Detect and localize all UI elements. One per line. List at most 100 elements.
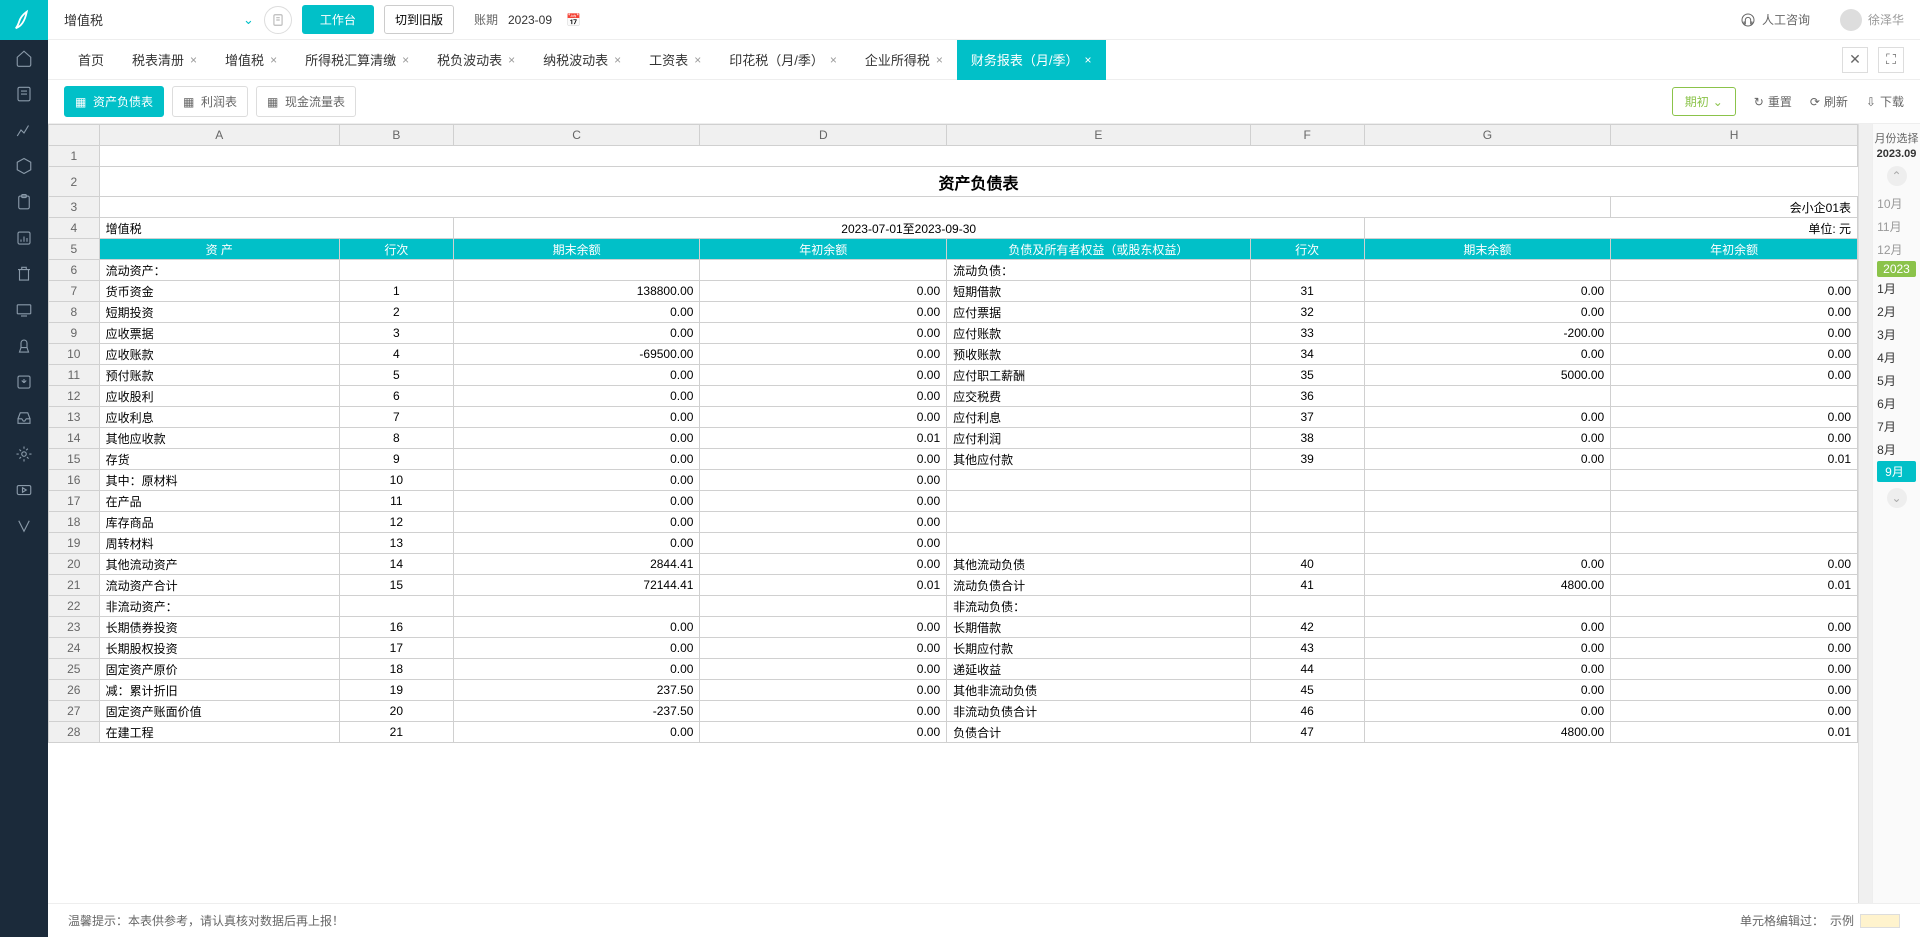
tab-close-icon[interactable]: × xyxy=(402,53,409,67)
month-item[interactable]: 2月 xyxy=(1877,300,1916,323)
nav-doc-icon[interactable] xyxy=(0,76,48,112)
table-row[interactable]: 8短期投资20.000.00应付票据320.000.00 xyxy=(49,302,1858,323)
nav-report-icon[interactable] xyxy=(0,220,48,256)
row-header[interactable]: 26 xyxy=(49,680,100,701)
switch-old-button[interactable]: 切到旧版 xyxy=(384,5,454,34)
table-row[interactable]: 9应收票据30.000.00应付账款33-200.000.00 xyxy=(49,323,1858,344)
nav-settings-icon[interactable] xyxy=(0,436,48,472)
tab-item[interactable]: 印花税（月/季）× xyxy=(715,40,851,80)
nav-inbox-icon[interactable] xyxy=(0,400,48,436)
month-item[interactable]: 6月 xyxy=(1877,392,1916,415)
month-item[interactable]: 9月 xyxy=(1877,461,1916,482)
table-row[interactable]: 26减：累计折旧19237.500.00其他非流动负债450.000.00 xyxy=(49,680,1858,701)
row-header[interactable]: 1 xyxy=(49,146,100,167)
nav-box-icon[interactable] xyxy=(0,148,48,184)
tab-close-icon[interactable]: × xyxy=(936,53,943,67)
row-header[interactable]: 16 xyxy=(49,470,100,491)
nav-stamp-icon[interactable] xyxy=(0,328,48,364)
table-row[interactable]: 13应收利息70.000.00应付利息370.000.00 xyxy=(49,407,1858,428)
nav-export-icon[interactable] xyxy=(0,364,48,400)
table-row[interactable]: 22非流动资产：非流动负债： xyxy=(49,596,1858,617)
month-item[interactable]: 4月 xyxy=(1877,346,1916,369)
tab-close-icon[interactable]: × xyxy=(694,53,701,67)
tab-item[interactable]: 财务报表（月/季）× xyxy=(957,40,1106,80)
col-header[interactable]: A xyxy=(99,125,339,146)
vertical-scrollbar[interactable] xyxy=(1858,124,1872,903)
row-header[interactable]: 25 xyxy=(49,659,100,680)
month-item[interactable]: 11月 xyxy=(1877,215,1916,238)
nav-chart-icon[interactable] xyxy=(0,112,48,148)
subtab-item[interactable]: ▦利润表 xyxy=(172,86,248,117)
subtab-item[interactable]: ▦现金流量表 xyxy=(256,86,356,117)
row-header[interactable]: 8 xyxy=(49,302,100,323)
month-item[interactable]: 8月 xyxy=(1877,438,1916,461)
row-header[interactable]: 14 xyxy=(49,428,100,449)
workbench-button[interactable]: 工作台 xyxy=(302,5,374,34)
table-row[interactable]: 27固定资产账面价值20-237.500.00非流动负债合计460.000.00 xyxy=(49,701,1858,722)
table-row[interactable]: 18库存商品120.000.00 xyxy=(49,512,1858,533)
nav-video-icon[interactable] xyxy=(0,472,48,508)
table-row[interactable]: 7货币资金1138800.000.00短期借款310.000.00 xyxy=(49,281,1858,302)
tab-item[interactable]: 企业所得税× xyxy=(851,40,957,80)
row-header[interactable]: 18 xyxy=(49,512,100,533)
tab-close-icon[interactable]: × xyxy=(508,53,515,67)
tab-item[interactable]: 增值税× xyxy=(211,40,291,80)
table-row[interactable]: 23长期债券投资160.000.00长期借款420.000.00 xyxy=(49,617,1858,638)
row-header[interactable]: 20 xyxy=(49,554,100,575)
table-row[interactable]: 16其中：原材料100.000.00 xyxy=(49,470,1858,491)
col-header[interactable]: B xyxy=(339,125,453,146)
spreadsheet[interactable]: ABCDEFGH12资产负债表3会小企01表4增值税2023-07-01至202… xyxy=(48,124,1858,903)
nav-clipboard-icon[interactable] xyxy=(0,184,48,220)
support-link[interactable]: 人工咨询 xyxy=(1740,11,1810,28)
col-header[interactable]: F xyxy=(1250,125,1364,146)
row-header[interactable]: 12 xyxy=(49,386,100,407)
table-row[interactable]: 15存货90.000.00其他应付款390.000.01 xyxy=(49,449,1858,470)
col-header[interactable]: G xyxy=(1364,125,1611,146)
user-menu[interactable]: 徐泽华 xyxy=(1840,9,1904,31)
table-row[interactable]: 14其他应收款80.000.01应付利润380.000.00 xyxy=(49,428,1858,449)
tab-item[interactable]: 首页 xyxy=(64,40,118,80)
row-header[interactable]: 9 xyxy=(49,323,100,344)
row-header[interactable]: 23 xyxy=(49,617,100,638)
download-button[interactable]: ⇩下载 xyxy=(1866,93,1904,110)
table-row[interactable]: 25固定资产原价180.000.00递延收益440.000.00 xyxy=(49,659,1858,680)
row-header[interactable]: 6 xyxy=(49,260,100,281)
period-value[interactable]: 2023-09 xyxy=(508,13,552,27)
table-row[interactable]: 21流动资产合计1572144.410.01流动负债合计414800.000.0… xyxy=(49,575,1858,596)
nav-tax-icon[interactable] xyxy=(0,256,48,292)
row-header[interactable]: 19 xyxy=(49,533,100,554)
row-header[interactable]: 27 xyxy=(49,701,100,722)
month-item[interactable]: 1月 xyxy=(1877,277,1916,300)
table-row[interactable]: 10应收账款4-69500.000.00预收账款340.000.00 xyxy=(49,344,1858,365)
row-header[interactable]: 10 xyxy=(49,344,100,365)
nav-home-icon[interactable] xyxy=(0,40,48,76)
table-row[interactable]: 6流动资产：流动负债： xyxy=(49,260,1858,281)
tab-item[interactable]: 税表清册× xyxy=(118,40,211,80)
row-header[interactable]: 11 xyxy=(49,365,100,386)
month-item[interactable]: 12月 xyxy=(1877,238,1916,261)
tab-close-icon[interactable]: × xyxy=(614,53,621,67)
col-header[interactable]: C xyxy=(453,125,700,146)
tab-item[interactable]: 纳税波动表× xyxy=(529,40,635,80)
tab-item[interactable]: 税负波动表× xyxy=(423,40,529,80)
calendar-icon[interactable]: 📅 xyxy=(566,13,581,27)
month-item[interactable]: 7月 xyxy=(1877,415,1916,438)
row-header[interactable]: 5 xyxy=(49,239,100,260)
col-header[interactable]: E xyxy=(947,125,1251,146)
col-header[interactable]: H xyxy=(1611,125,1858,146)
row-header[interactable]: 4 xyxy=(49,218,100,239)
row-header[interactable]: 3 xyxy=(49,197,100,218)
company-selector[interactable]: 增值税 ⌄ xyxy=(64,10,254,29)
reset-button[interactable]: ↻重置 xyxy=(1754,93,1792,110)
month-prev-button[interactable]: ⌃ xyxy=(1887,166,1907,186)
refresh-button[interactable]: ⟳刷新 xyxy=(1810,93,1848,110)
month-item[interactable]: 10月 xyxy=(1877,192,1916,215)
close-all-button[interactable]: ✕ xyxy=(1842,47,1868,73)
row-header[interactable]: 13 xyxy=(49,407,100,428)
subtab-item[interactable]: ▦资产负债表 xyxy=(64,86,164,117)
tab-item[interactable]: 所得税汇算清缴× xyxy=(291,40,423,80)
month-item[interactable]: 3月 xyxy=(1877,323,1916,346)
tab-close-icon[interactable]: × xyxy=(830,53,837,67)
row-header[interactable]: 7 xyxy=(49,281,100,302)
col-header[interactable]: D xyxy=(700,125,947,146)
